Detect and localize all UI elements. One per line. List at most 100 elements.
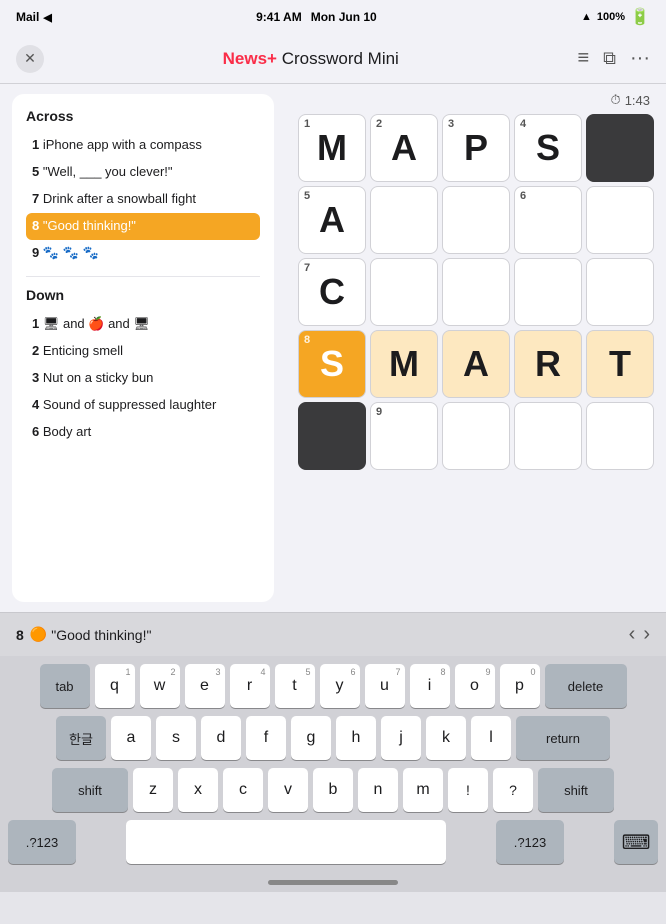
cell-r3-c4[interactable]: T bbox=[586, 330, 654, 398]
display-icon[interactable]: ⧉ bbox=[603, 48, 616, 69]
cell-r4-c4[interactable] bbox=[586, 402, 654, 470]
key-o[interactable]: o9 bbox=[455, 664, 495, 708]
list-icon[interactable]: ≡ bbox=[577, 47, 589, 70]
status-right: ▲ 100% 🔋 bbox=[581, 7, 650, 27]
key-f[interactable]: f bbox=[246, 716, 286, 760]
key-t[interactable]: t5 bbox=[275, 664, 315, 708]
clue-across-7[interactable]: 7 Drink after a snowball fight bbox=[26, 186, 260, 213]
key-x[interactable]: x bbox=[178, 768, 218, 812]
key-p[interactable]: p0 bbox=[500, 664, 540, 708]
next-clue-button[interactable]: › bbox=[643, 623, 650, 646]
cell-r2-c3[interactable] bbox=[514, 258, 582, 326]
clue-down-4[interactable]: 4 Sound of suppressed laughter bbox=[26, 392, 260, 419]
clue-down-2[interactable]: 2 Enticing smell bbox=[26, 338, 260, 365]
clue-across-8[interactable]: 8 "Good thinking!" bbox=[26, 213, 260, 240]
cell-number: 1 bbox=[304, 119, 310, 130]
more-icon[interactable]: ··· bbox=[630, 47, 650, 70]
cell-r0-c2[interactable]: 3P bbox=[442, 114, 510, 182]
home-indicator bbox=[0, 872, 666, 892]
spacebar[interactable] bbox=[126, 820, 446, 864]
cell-r1-c3[interactable]: 6 bbox=[514, 186, 582, 254]
cell-r1-c1[interactable] bbox=[370, 186, 438, 254]
cell-r4-c2[interactable] bbox=[442, 402, 510, 470]
nav-bar: ✕ News+ Crossword Mini ≡ ⧉ ··· bbox=[0, 34, 666, 84]
close-button[interactable]: ✕ bbox=[16, 45, 44, 73]
key-d[interactable]: d bbox=[201, 716, 241, 760]
tab-key[interactable]: tab bbox=[40, 664, 90, 708]
cell-r1-c2[interactable] bbox=[442, 186, 510, 254]
cell-r2-c4[interactable] bbox=[586, 258, 654, 326]
cell-r0-c3[interactable]: 4S bbox=[514, 114, 582, 182]
key-y[interactable]: y6 bbox=[320, 664, 360, 708]
down-title: Down bbox=[26, 287, 260, 303]
key-z[interactable]: z bbox=[133, 768, 173, 812]
clue-down-1[interactable]: 1 🖥 and 🍎 and 🖥 bbox=[26, 311, 260, 338]
cell-r1-c4[interactable] bbox=[586, 186, 654, 254]
key-g[interactable]: g bbox=[291, 716, 331, 760]
key-h[interactable]: h bbox=[336, 716, 376, 760]
cell-number: 3 bbox=[448, 119, 454, 130]
key-m[interactable]: m bbox=[403, 768, 443, 812]
keyboard-row-3: shift z x c v b n m ! ? shift bbox=[4, 768, 662, 812]
key-l[interactable]: l bbox=[471, 716, 511, 760]
keyboard-dismiss-button[interactable]: ⌨ bbox=[614, 820, 658, 864]
cell-r3-c3[interactable]: R bbox=[514, 330, 582, 398]
cell-number: 4 bbox=[520, 119, 526, 130]
cell-r0-c1[interactable]: 2A bbox=[370, 114, 438, 182]
key-question[interactable]: ? bbox=[493, 768, 533, 812]
numbers-key-right[interactable]: .?123 bbox=[496, 820, 564, 864]
cell-r1-c0[interactable]: 5A bbox=[298, 186, 366, 254]
timer-bar: ⏱ 1:43 bbox=[611, 92, 650, 108]
key-e[interactable]: e3 bbox=[185, 664, 225, 708]
cell-r4-c3[interactable] bbox=[514, 402, 582, 470]
return-key[interactable]: return bbox=[516, 716, 610, 760]
key-j[interactable]: j bbox=[381, 716, 421, 760]
delete-key[interactable]: delete bbox=[545, 664, 627, 708]
cell-r4-c1[interactable]: 9 bbox=[370, 402, 438, 470]
prev-clue-button[interactable]: ‹ bbox=[629, 623, 636, 646]
clue-across-5[interactable]: 5 "Well, ___ you clever!" bbox=[26, 159, 260, 186]
key-a[interactable]: a bbox=[111, 716, 151, 760]
clue-across-9[interactable]: 9 🐾 🐾 🐾 bbox=[26, 240, 260, 267]
cell-letter: A bbox=[319, 199, 345, 241]
cell-r3-c0[interactable]: 8S bbox=[298, 330, 366, 398]
key-b[interactable]: b bbox=[313, 768, 353, 812]
clue-down-3[interactable]: 3 Nut on a sticky bun bbox=[26, 365, 260, 392]
timer-value: 1:43 bbox=[625, 93, 650, 108]
cell-r0-c0[interactable]: 1M bbox=[298, 114, 366, 182]
cell-r3-c1[interactable]: M bbox=[370, 330, 438, 398]
cell-r2-c1[interactable] bbox=[370, 258, 438, 326]
cell-r2-c2[interactable] bbox=[442, 258, 510, 326]
cell-letter: S bbox=[536, 127, 560, 169]
cell-letter: P bbox=[464, 127, 488, 169]
key-i[interactable]: i8 bbox=[410, 664, 450, 708]
bottom-clue-number: 8 bbox=[16, 627, 24, 643]
clue-across-1[interactable]: 1 iPhone app with a compass bbox=[26, 132, 260, 159]
clue-divider bbox=[26, 276, 260, 277]
key-c[interactable]: c bbox=[223, 768, 263, 812]
key-s[interactable]: s bbox=[156, 716, 196, 760]
cell-letter: C bbox=[319, 271, 345, 313]
shift-key[interactable]: shift bbox=[52, 768, 128, 812]
nav-left: ✕ bbox=[16, 45, 44, 73]
key-k[interactable]: k bbox=[426, 716, 466, 760]
key-u[interactable]: u7 bbox=[365, 664, 405, 708]
numbers-key-left[interactable]: .?123 bbox=[8, 820, 76, 864]
key-w[interactable]: w2 bbox=[140, 664, 180, 708]
nav-title-text: Crossword Mini bbox=[282, 49, 399, 68]
cell-letter: A bbox=[463, 343, 489, 385]
timer-icon: ⏱ bbox=[611, 92, 621, 108]
hangul-key[interactable]: 한글 bbox=[56, 716, 106, 760]
cell-r2-c0[interactable]: 7C bbox=[298, 258, 366, 326]
key-excl[interactable]: ! bbox=[448, 768, 488, 812]
key-v[interactable]: v bbox=[268, 768, 308, 812]
key-q[interactable]: q1 bbox=[95, 664, 135, 708]
keyboard-bottom-row: .?123 .?123 ⌨ bbox=[4, 820, 662, 864]
key-r[interactable]: r4 bbox=[230, 664, 270, 708]
clue-down-6[interactable]: 6 Body art bbox=[26, 419, 260, 446]
cell-r3-c2[interactable]: A bbox=[442, 330, 510, 398]
shift-key-right[interactable]: shift bbox=[538, 768, 614, 812]
nav-title: News+ Crossword Mini bbox=[223, 49, 399, 69]
key-n[interactable]: n bbox=[358, 768, 398, 812]
keyboard: tab q1 w2 e3 r4 t5 y6 u7 i8 o9 p0 delete… bbox=[0, 656, 666, 872]
